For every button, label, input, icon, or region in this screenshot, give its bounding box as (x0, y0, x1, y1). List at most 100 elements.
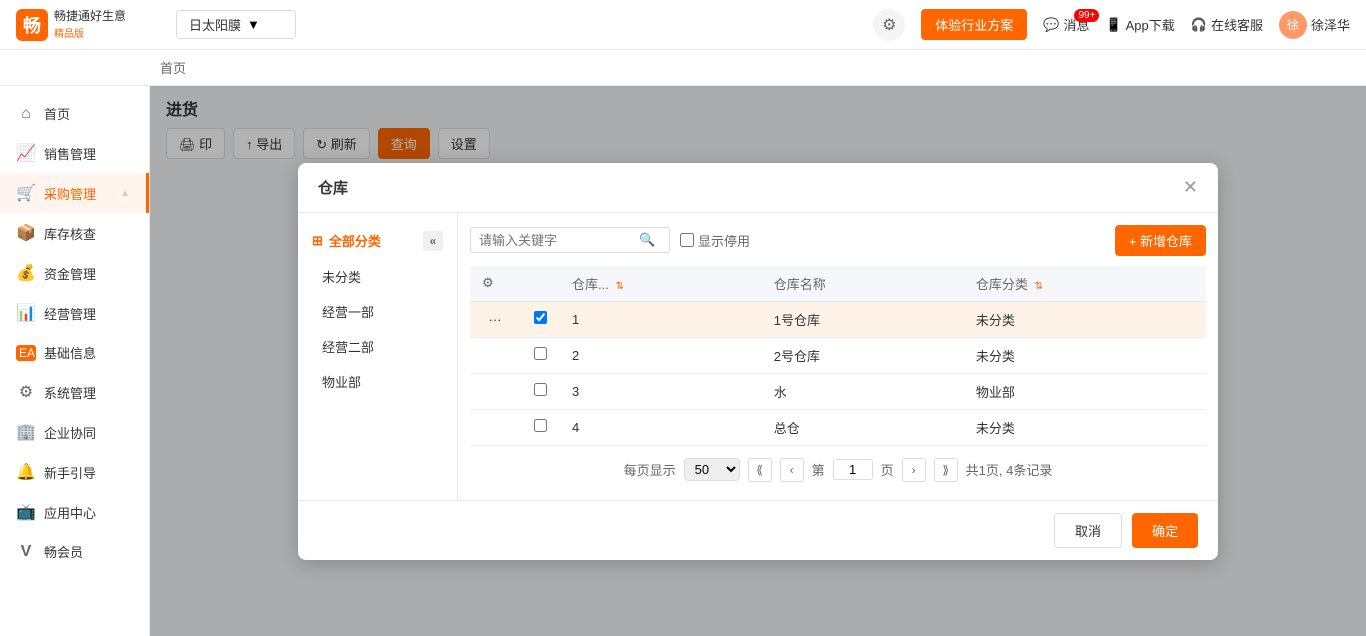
show-disabled-checkbox[interactable] (680, 233, 694, 247)
row-gear (470, 373, 520, 409)
page-size-select[interactable]: 50 10 20 100 (684, 458, 740, 481)
modal-header: 仓库 ✕ (298, 163, 1218, 213)
table-row[interactable]: 3 水 物业部 (470, 373, 1206, 409)
row-checkbox[interactable] (534, 347, 547, 360)
top-header: 畅 畅捷通好生意 精品版 日太阳膜 ▼ ⚙ 体验行业方案 💬 消息 99+ 📱 … (0, 0, 1366, 50)
row-category: 物业部 (964, 373, 1206, 409)
modal-body: ⊞ 全部分类 « 未分类 经营一部 经营二部 物业部 (298, 213, 1218, 500)
first-page-button[interactable]: ⟪ (748, 458, 772, 482)
table-row[interactable]: ··· 1 1号仓库 未分类 (470, 301, 1206, 337)
avatar: 徐 (1279, 11, 1307, 39)
table-row[interactable]: 4 总仓 未分类 (470, 409, 1206, 445)
cancel-button[interactable]: 取消 (1054, 513, 1122, 548)
modal-footer: 取消 确定 (298, 500, 1218, 560)
user-profile[interactable]: 徐 徐泽华 (1279, 11, 1350, 39)
sidebar-label-home: 首页 (44, 104, 70, 123)
th-category-label: 仓库分类 (976, 277, 1028, 292)
warehouse-modal: 仓库 ✕ ⊞ 全部分类 « 未分类 经营一部 经营二部 (298, 163, 1218, 560)
collapse-button[interactable]: « (423, 231, 443, 251)
sidebar-label-operations: 经营管理 (44, 304, 96, 323)
sidebar-item-inventory[interactable]: 📦 库存核查 (0, 213, 149, 253)
category-item-ops1[interactable]: 经营一部 (298, 294, 457, 329)
table-toolbar: 🔍 显示停用 + 新增仓库 (470, 225, 1206, 256)
row-checkbox-cell (520, 337, 560, 373)
sidebar-label-vip: 畅会员 (44, 542, 83, 561)
logo-edition: 精品版 (54, 25, 126, 40)
sidebar-item-vip[interactable]: V 畅会员 (0, 532, 149, 571)
th-name: 仓库名称 (762, 266, 964, 302)
modal-close-button[interactable]: ✕ (1183, 177, 1198, 198)
logo-text-block: 畅捷通好生意 精品版 (54, 9, 126, 40)
sidebar-item-sales[interactable]: 📈 销售管理 (0, 133, 149, 173)
table-header: ⚙ 仓库... ⇅ 仓库名称 仓库分类 ⇅ (470, 266, 1206, 302)
th-category: 仓库分类 ⇅ (964, 266, 1206, 302)
row-checkbox[interactable] (534, 419, 547, 432)
sidebar-item-basic[interactable]: EA 基础信息 (0, 333, 149, 372)
phone-icon: 📱 (1105, 17, 1121, 33)
category-item-unclassified[interactable]: 未分类 (298, 259, 457, 294)
sidebar-label-purchase: 采购管理 (44, 184, 96, 203)
all-categories-button[interactable]: ⊞ 全部分类 « (298, 223, 457, 259)
sidebar-item-purchase[interactable]: 🛒 采购管理 ▲ (0, 173, 149, 213)
company-icon: 🏢 (16, 422, 36, 442)
search-icon[interactable]: 🔍 (639, 232, 655, 248)
breadcrumb-home[interactable]: 首页 (160, 58, 186, 77)
row-checkbox-cell (520, 301, 560, 337)
total-info: 共1页, 4条记录 (966, 460, 1053, 479)
row-checkbox-cell (520, 409, 560, 445)
add-warehouse-button[interactable]: + 新增仓库 (1115, 225, 1206, 256)
sidebar-label-guide: 新手引导 (44, 463, 96, 482)
sidebar-item-company[interactable]: 🏢 企业协同 (0, 412, 149, 452)
logo-icon: 畅 (16, 9, 48, 41)
sidebar-item-guide[interactable]: 🔔 新手引导 (0, 452, 149, 492)
row-name: 水 (762, 373, 964, 409)
try-button[interactable]: 体验行业方案 (921, 9, 1027, 40)
category-item-ops2[interactable]: 经营二部 (298, 329, 457, 364)
sidebar-item-system[interactable]: ⚙ 系统管理 (0, 372, 149, 412)
table-row[interactable]: 2 2号仓库 未分类 (470, 337, 1206, 373)
user-name-label: 徐泽华 (1311, 15, 1350, 34)
sidebar-label-inventory: 库存核查 (44, 224, 96, 243)
prev-page-button[interactable]: ‹ (780, 458, 804, 482)
search-input[interactable] (479, 233, 639, 248)
row-checkbox[interactable] (534, 383, 547, 396)
row-num: 4 (560, 409, 762, 445)
page-label: 第 (812, 460, 825, 479)
category-panel: ⊞ 全部分类 « 未分类 经营一部 经营二部 物业部 (298, 213, 458, 500)
app-download-button[interactable]: 📱 App下载 (1105, 15, 1174, 34)
inventory-icon: 📦 (16, 223, 36, 243)
sidebar-item-appcenter[interactable]: 📺 应用中心 (0, 492, 149, 532)
category-item-property[interactable]: 物业部 (298, 364, 457, 399)
sidebar-item-operations[interactable]: 📊 经营管理 (0, 293, 149, 333)
sort-category-icon: ⇅ (1035, 281, 1043, 292)
avatar-initials: 徐 (1287, 16, 1299, 33)
sidebar-item-home[interactable]: ⌂ 首页 (0, 94, 149, 133)
message-icon: 💬 (1043, 17, 1059, 33)
store-name: 日太阳膜 (189, 15, 241, 34)
online-service-button[interactable]: 🎧 在线客服 (1191, 15, 1263, 34)
row-checkbox[interactable] (534, 311, 547, 324)
header-actions: ⚙ 体验行业方案 💬 消息 99+ 📱 App下载 🎧 在线客服 徐 徐泽华 (873, 9, 1350, 41)
sidebar-label-basic: 基础信息 (44, 343, 96, 362)
pagination: 每页显示 50 10 20 100 ⟪ ‹ 第 页 (470, 446, 1206, 488)
th-gear: ⚙ (470, 266, 520, 302)
notification-button[interactable]: 💬 消息 99+ (1043, 15, 1089, 34)
modal-title: 仓库 (318, 177, 348, 198)
settings-icon[interactable]: ⚙ (873, 9, 905, 41)
search-box: 🔍 (470, 227, 670, 253)
page-number-input[interactable] (833, 459, 873, 480)
row-gear (470, 409, 520, 445)
row-checkbox-cell (520, 373, 560, 409)
sidebar-label-appcenter: 应用中心 (44, 503, 96, 522)
last-page-button[interactable]: ⟫ (934, 458, 958, 482)
row-name: 2号仓库 (762, 337, 964, 373)
sidebar-item-finance[interactable]: 💰 资金管理 (0, 253, 149, 293)
next-page-button[interactable]: › (902, 458, 926, 482)
show-disabled-area: 显示停用 (680, 231, 750, 250)
confirm-button[interactable]: 确定 (1132, 513, 1198, 548)
row-num: 1 (560, 301, 762, 337)
row-name: 总仓 (762, 409, 964, 445)
online-service-label: 在线客服 (1211, 15, 1263, 34)
store-selector[interactable]: 日太阳膜 ▼ (176, 10, 296, 39)
show-disabled-label: 显示停用 (698, 231, 750, 250)
